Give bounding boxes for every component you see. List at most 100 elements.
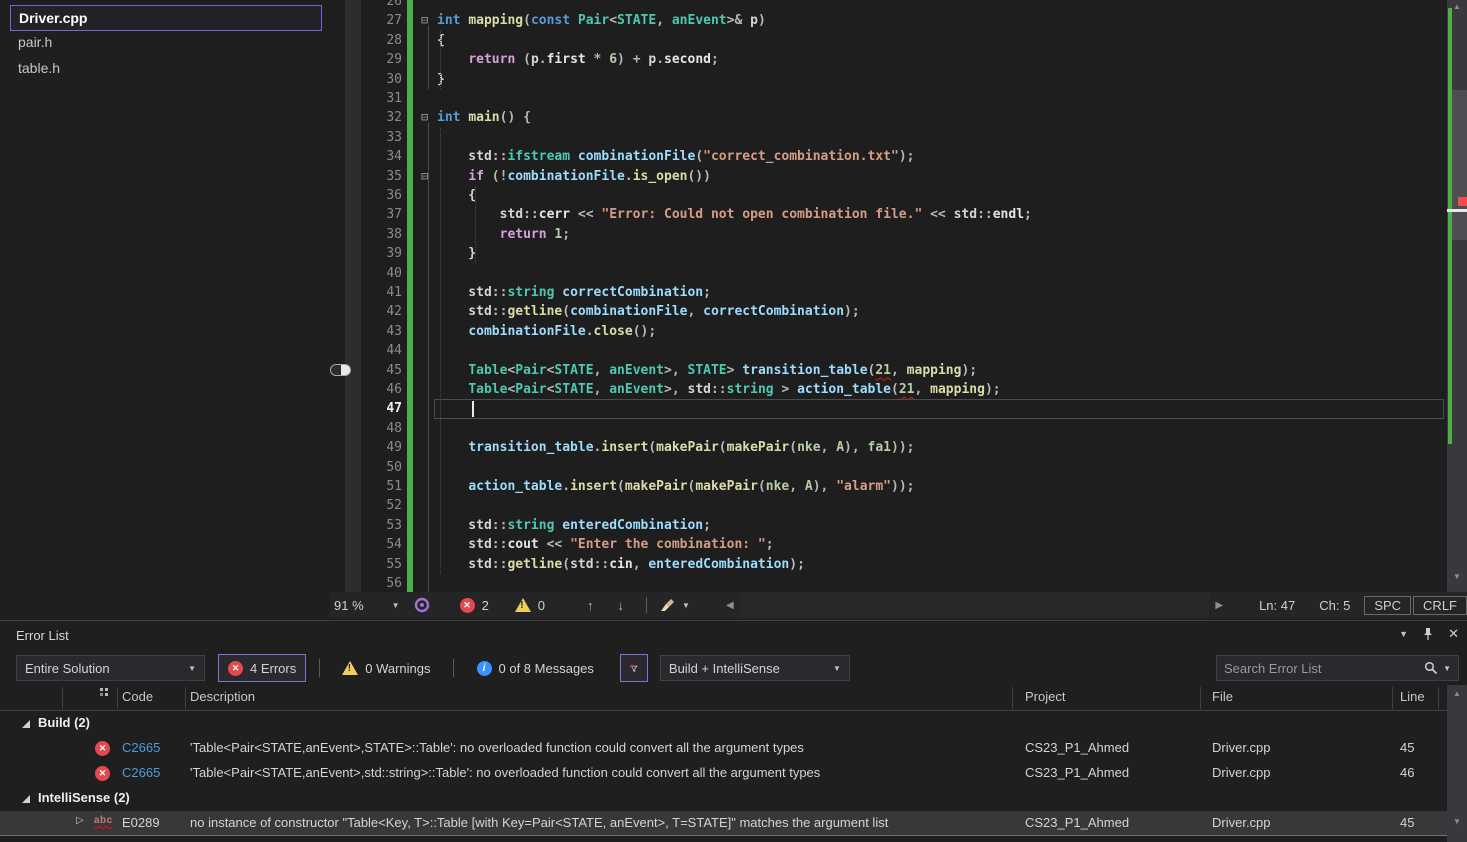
code-line-52[interactable]: 52: [330, 496, 1447, 515]
error-row[interactable]: ✕ C2665 'Table<Pair<STATE,anEvent>,std::st…: [0, 761, 1447, 786]
messages-filter-button[interactable]: i 0 of 8 Messages: [468, 654, 603, 682]
token: >&: [726, 13, 751, 29]
code-cleanup-broom-icon[interactable]: ▼: [659, 598, 690, 613]
document-health-icon[interactable]: [414, 597, 430, 613]
code-line-47[interactable]: 47: [330, 399, 1447, 420]
code-line-42[interactable]: 42 std::getline(combinationFile, correct…: [330, 302, 1447, 321]
code-line-56[interactable]: 56: [330, 574, 1447, 592]
code-line-37[interactable]: 37 std::cerr << "Error: Could not open c…: [330, 205, 1447, 224]
search-error-list-input[interactable]: Search Error List ▼: [1216, 655, 1459, 681]
code-line-45[interactable]: 45 Table<Pair<STATE, anEvent>, STATE> tr…: [330, 361, 1447, 380]
warning-count-indicator[interactable]: 0: [514, 598, 545, 613]
code-editor[interactable]: 26 27 ⊟ int mapping(const Pair<STATE, anEve…: [330, 0, 1447, 592]
column-divider[interactable]: [1438, 687, 1439, 709]
code-line-34[interactable]: 34 std::ifstream combinationFile("correc…: [330, 147, 1447, 166]
pin-icon[interactable]: [1422, 627, 1434, 641]
error-count-indicator[interactable]: ✕ 2: [459, 597, 489, 613]
error-line: 46: [1400, 765, 1415, 780]
code-line-38[interactable]: 38 return 1;: [330, 225, 1447, 244]
code-line-33[interactable]: 33: [330, 128, 1447, 147]
errors-filter-button[interactable]: ✕ 4 Errors: [218, 654, 307, 682]
code-line-30[interactable]: 30}: [330, 70, 1447, 89]
hscroll-left-arrow-icon[interactable]: ◀: [726, 600, 734, 611]
code-line-26[interactable]: 26: [330, 0, 1447, 11]
space-mode-toggle[interactable]: SPC: [1364, 595, 1412, 615]
zoom-control[interactable]: 91 % ▼: [334, 598, 400, 613]
token: 21: [898, 382, 915, 397]
code-line-28[interactable]: 28{: [330, 31, 1447, 50]
line-ending-toggle[interactable]: CRLF: [1413, 595, 1467, 615]
column-divider[interactable]: [1392, 687, 1393, 709]
window-position-chevron-icon[interactable]: ▼: [1399, 629, 1408, 639]
column-header-description[interactable]: Description: [190, 689, 255, 704]
error-row[interactable]: ✕ C2665 'Table<Pair<STATE,anEvent>,STATE>:…: [0, 736, 1447, 761]
open-file-item-Driver-cpp[interactable]: Driver.cpp: [10, 5, 322, 31]
scroll-up-arrow-icon[interactable]: ▲: [1447, 687, 1467, 701]
code-line-49[interactable]: 49 transition_table.insert(makePair(make…: [330, 438, 1447, 457]
hscroll-right-arrow-icon[interactable]: ▶: [1215, 600, 1223, 611]
code-line-54[interactable]: 54 std::cout << "Enter the combination: …: [330, 535, 1447, 554]
token: correctCombination: [562, 285, 704, 300]
code-line-46[interactable]: 46 Table<Pair<STATE, anEvent>, std::stri…: [330, 380, 1447, 399]
token: "alarm": [836, 479, 892, 494]
scrollbar-thumb[interactable]: [1452, 90, 1467, 240]
column-divider[interactable]: [1012, 687, 1013, 709]
code-line-39[interactable]: 39 }: [330, 244, 1447, 263]
error-row[interactable]: ▷ abc E0289 no instance of constructor "Tab…: [0, 811, 1447, 836]
error-group-row[interactable]: IntelliSense (2): [0, 786, 1447, 811]
code-line-35[interactable]: 35 ⊟ if (!combinationFile.is_open()): [330, 167, 1447, 186]
code-line-44[interactable]: 44: [330, 341, 1447, 360]
error-code[interactable]: C2665: [122, 765, 160, 780]
suppression-column-icon[interactable]: [100, 688, 108, 696]
open-file-item-table-h[interactable]: table.h: [18, 60, 60, 76]
error-code[interactable]: C2665: [122, 740, 160, 755]
token: getline: [507, 304, 563, 320]
code-line-27[interactable]: 27 ⊟ int mapping(const Pair<STATE, anEvent…: [330, 11, 1447, 30]
scroll-down-arrow-icon[interactable]: ▼: [1447, 815, 1467, 829]
filter-button[interactable]: [619, 654, 648, 682]
expand-chevron-icon[interactable]: ▷: [76, 815, 84, 826]
next-issue-arrow-icon[interactable]: ↓: [618, 598, 625, 613]
warnings-filter-button[interactable]: 0 Warnings: [333, 654, 439, 682]
error-list-scrollbar[interactable]: ▲ ▼: [1447, 685, 1467, 842]
editor-vertical-scrollbar[interactable]: ▲ ▼: [1447, 0, 1467, 592]
column-header-project[interactable]: Project: [1025, 689, 1065, 704]
code-line-50[interactable]: 50: [330, 458, 1447, 477]
line-number: 54: [386, 537, 402, 553]
code-line-29[interactable]: 29 return (p.first * 6) + p.second;: [330, 50, 1447, 69]
column-divider[interactable]: [117, 687, 118, 709]
close-icon[interactable]: ✕: [1448, 626, 1459, 642]
prev-issue-arrow-icon[interactable]: ↑: [587, 598, 594, 613]
open-file-item-pair-h[interactable]: pair.h: [18, 34, 52, 50]
column-header-line[interactable]: Line: [1400, 689, 1425, 704]
code-line-43[interactable]: 43 combinationFile.close();: [330, 322, 1447, 341]
token: (: [515, 52, 531, 68]
column-header-file[interactable]: File: [1212, 689, 1233, 704]
code-line-31[interactable]: 31: [330, 89, 1447, 108]
code-line-40[interactable]: 40: [330, 264, 1447, 283]
code-line-48[interactable]: 48: [330, 419, 1447, 438]
code-line-53[interactable]: 53 std::string enteredCombination;: [330, 516, 1447, 535]
horizontal-scrollbar-track[interactable]: [739, 592, 1210, 618]
code-line-36[interactable]: 36 {: [330, 186, 1447, 205]
error-group-row[interactable]: Build (2): [0, 711, 1447, 736]
column-divider[interactable]: [62, 687, 63, 709]
token: );: [898, 149, 915, 165]
column-header-code[interactable]: Code: [122, 689, 153, 704]
code-line-41[interactable]: 41 std::string correctCombination;: [330, 283, 1447, 302]
group-expanded-triangle-icon[interactable]: [22, 795, 30, 803]
group-expanded-triangle-icon[interactable]: [22, 720, 30, 728]
code-line-32[interactable]: 32 ⊟ int main() {: [330, 108, 1447, 127]
scroll-down-arrow-icon[interactable]: ▼: [1447, 570, 1467, 584]
scope-dropdown[interactable]: Entire Solution ▼: [16, 655, 205, 681]
column-divider[interactable]: [185, 687, 186, 709]
error-project: CS23_P1_Ahmed: [1025, 740, 1130, 755]
source-filter-dropdown[interactable]: Build + IntelliSense ▼: [659, 655, 850, 681]
code-line-51[interactable]: 51 action_table.insert(makePair(makePair…: [330, 477, 1447, 496]
column-divider[interactable]: [1200, 687, 1201, 709]
code-line-55[interactable]: 55 std::getline(std::cin, enteredCombina…: [330, 555, 1447, 574]
token: STATE: [617, 13, 657, 29]
error-circle-icon: ✕: [459, 597, 475, 613]
token: .: [538, 52, 547, 68]
line-number: 40: [386, 265, 402, 281]
